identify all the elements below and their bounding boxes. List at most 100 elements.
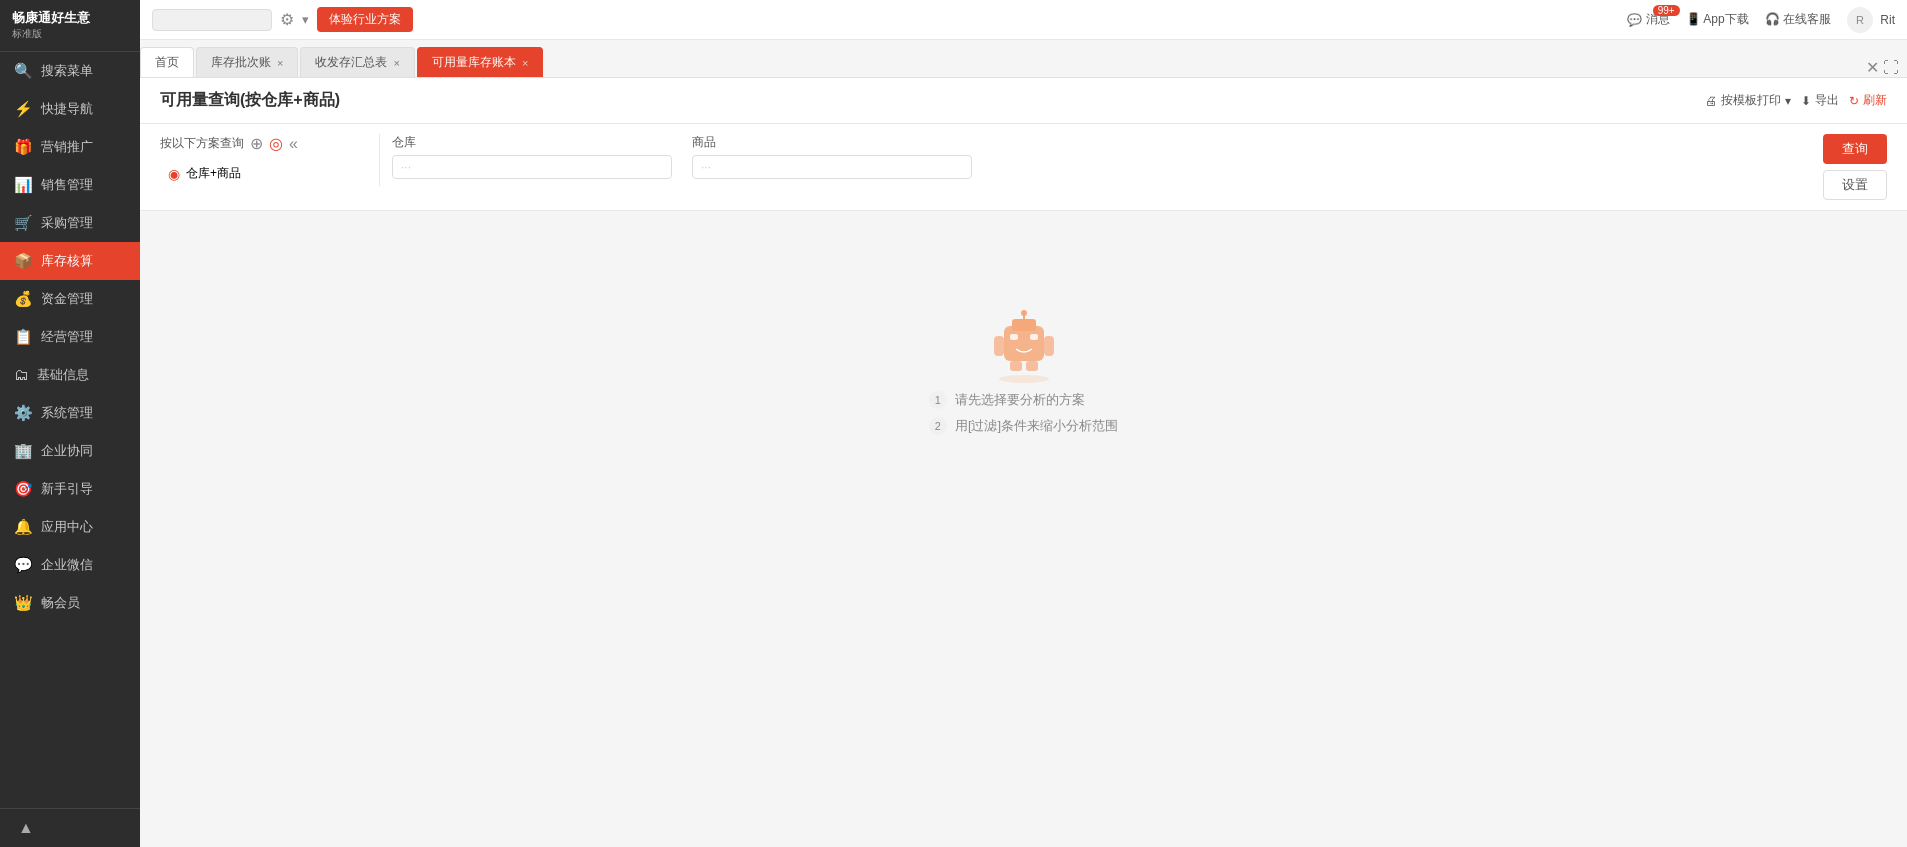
sidebar-item-inventory[interactable]: 📦 库存核算 [0,242,140,280]
tab-available[interactable]: 可用量库存账本 × [417,47,543,77]
sidebar-item-label: 资金管理 [41,290,93,308]
appstore-icon: 🔔 [14,518,33,536]
message-btn[interactable]: 💬 消息 99+ [1627,11,1670,28]
svg-rect-4 [1010,334,1018,340]
search-icon: 🔍 [14,62,33,80]
hint-item-2: 2 用[过滤]条件来缩小分析范围 [929,417,1118,435]
service-btn[interactable]: 🎧 在线客服 [1765,11,1831,28]
query-button[interactable]: 查询 [1823,134,1887,164]
brand-name: 畅康通好生意 [12,10,128,27]
sidebar-item-appstore[interactable]: 🔔 应用中心 [0,508,140,546]
collapse-btn[interactable]: « [289,135,298,153]
inventory-icon: 📦 [14,252,33,270]
sidebar-item-shortcut[interactable]: ⚡ 快捷导航 [0,90,140,128]
sidebar-item-enterprise[interactable]: 🏢 企业协同 [0,432,140,470]
sidebar-header: 畅康通好生意 标准版 [0,0,140,52]
phone-icon: 📱 [1686,12,1701,26]
sidebar-item-basic[interactable]: 🗂 基础信息 [0,356,140,394]
hint-num-1: 1 [929,391,947,409]
sidebar-item-label: 畅会员 [41,594,80,612]
shortcut-icon: ⚡ [14,100,33,118]
sidebar-item-marketing[interactable]: 🎁 营销推广 [0,128,140,166]
sidebar-item-operation[interactable]: 📋 经营管理 [0,318,140,356]
svg-rect-8 [1010,361,1022,371]
refresh-label: 刷新 [1863,92,1887,109]
app-label: App下载 [1703,12,1748,26]
export-btn[interactable]: ⬇ 导出 [1801,92,1839,109]
tab-batch-close[interactable]: × [277,57,283,69]
svg-rect-5 [1030,334,1038,340]
tab-available-close[interactable]: × [522,57,528,69]
sidebar-item-wechat[interactable]: 💬 企业微信 [0,546,140,584]
marketing-icon: 🎁 [14,138,33,156]
tab-summary-close[interactable]: × [393,57,399,69]
sidebar: 畅康通好生意 标准版 🔍 搜索菜单 ⚡ 快捷导航 🎁 营销推广 📊 销售管理 🛒… [0,0,140,847]
filter-area: 按以下方案查询 ⊕ ◎ « ◉ 仓库+商品 仓库 ··· [140,124,1907,211]
close-tab-btn[interactable]: ✕ [1866,58,1879,77]
finance-icon: 💰 [14,290,33,308]
topbar-right: 💬 消息 99+ 📱 App下载 🎧 在线客服 R Rit [1627,7,1895,33]
print-dropdown-icon[interactable]: ▾ [1785,94,1791,108]
scheme-settings-btn[interactable]: ◎ [269,134,283,153]
sidebar-item-label: 搜索菜单 [41,62,93,80]
sidebar-item-newbie[interactable]: 🎯 新手引导 [0,470,140,508]
svg-point-3 [1021,310,1027,316]
sidebar-item-sales[interactable]: 📊 销售管理 [0,166,140,204]
page-actions: 🖨 按模板打印 ▾ ⬇ 导出 ↻ 刷新 [1705,92,1887,109]
print-btn[interactable]: 🖨 按模板打印 ▾ [1705,92,1791,109]
wechat-icon: 💬 [14,556,33,574]
system-icon: ⚙️ [14,404,33,422]
filter-actions: 查询 设置 [1823,134,1887,200]
filter-fields: 仓库 ··· 商品 ··· [392,134,1811,179]
svg-rect-1 [1012,319,1036,331]
search-input[interactable] [152,9,272,31]
add-scheme-btn[interactable]: ⊕ [250,134,263,153]
sidebar-item-label: 经营管理 [41,328,93,346]
scheme-item-label: 仓库+商品 [186,165,241,182]
enterprise-icon: 🏢 [14,442,33,460]
industry-btn[interactable]: 体验行业方案 [317,7,413,32]
sidebar-footer: ▲ [0,808,140,847]
sidebar-item-label: 营销推广 [41,138,93,156]
sidebar-item-label: 快捷导航 [41,100,93,118]
tabs-bar: 首页 库存批次账 × 收发存汇总表 × 可用量库存账本 × ✕ ⛶ [140,40,1907,78]
warehouse-filter: 仓库 ··· [392,134,672,179]
svg-rect-7 [1044,336,1054,356]
goods-input[interactable]: ··· [692,155,972,179]
svg-point-10 [999,375,1049,383]
refresh-icon: ↻ [1849,94,1859,108]
warehouse-input[interactable]: ··· [392,155,672,179]
refresh-btn[interactable]: ↻ 刷新 [1849,92,1887,109]
sidebar-scroll-up[interactable]: ▲ [12,817,40,839]
user-menu[interactable]: R Rit [1847,7,1895,33]
gear-icon[interactable]: ⚙ [280,10,294,29]
operation-icon: 📋 [14,328,33,346]
tab-batch[interactable]: 库存批次账 × [196,47,298,77]
goods-input-placeholder: ··· [701,160,711,174]
sidebar-item-label: 库存核算 [41,252,93,270]
print-icon: 🖨 [1705,94,1717,108]
hint-num-2: 2 [929,417,947,435]
sidebar-item-member[interactable]: 👑 畅会员 [0,584,140,622]
sidebar-item-system[interactable]: ⚙️ 系统管理 [0,394,140,432]
goods-filter: 商品 ··· [692,134,972,179]
tab-summary[interactable]: 收发存汇总表 × [300,47,414,77]
sidebar-item-label: 应用中心 [41,518,93,536]
sidebar-item-purchase[interactable]: 🛒 采购管理 [0,204,140,242]
tab-home[interactable]: 首页 [140,47,194,77]
scheme-item-warehouse[interactable]: ◉ 仓库+商品 [160,161,367,186]
sidebar-item-finance[interactable]: 💰 资金管理 [0,280,140,318]
maximize-btn[interactable]: ⛶ [1883,59,1899,77]
app-download-btn[interactable]: 📱 App下载 [1686,11,1749,28]
svg-rect-0 [1004,326,1044,361]
settings-button[interactable]: 设置 [1823,170,1887,200]
sidebar-item-label: 销售管理 [41,176,93,194]
hint-text-1: 请先选择要分析的方案 [955,391,1085,409]
empty-illustration [974,291,1074,391]
sidebar-item-search[interactable]: 🔍 搜索菜单 [0,52,140,90]
service-label: 在线客服 [1783,12,1831,26]
purchase-icon: 🛒 [14,214,33,232]
chevron-down-icon[interactable]: ▾ [302,12,309,27]
hint-text-2: 用[过滤]条件来缩小分析范围 [955,417,1118,435]
page-title: 可用量查询(按仓库+商品) [160,90,340,111]
